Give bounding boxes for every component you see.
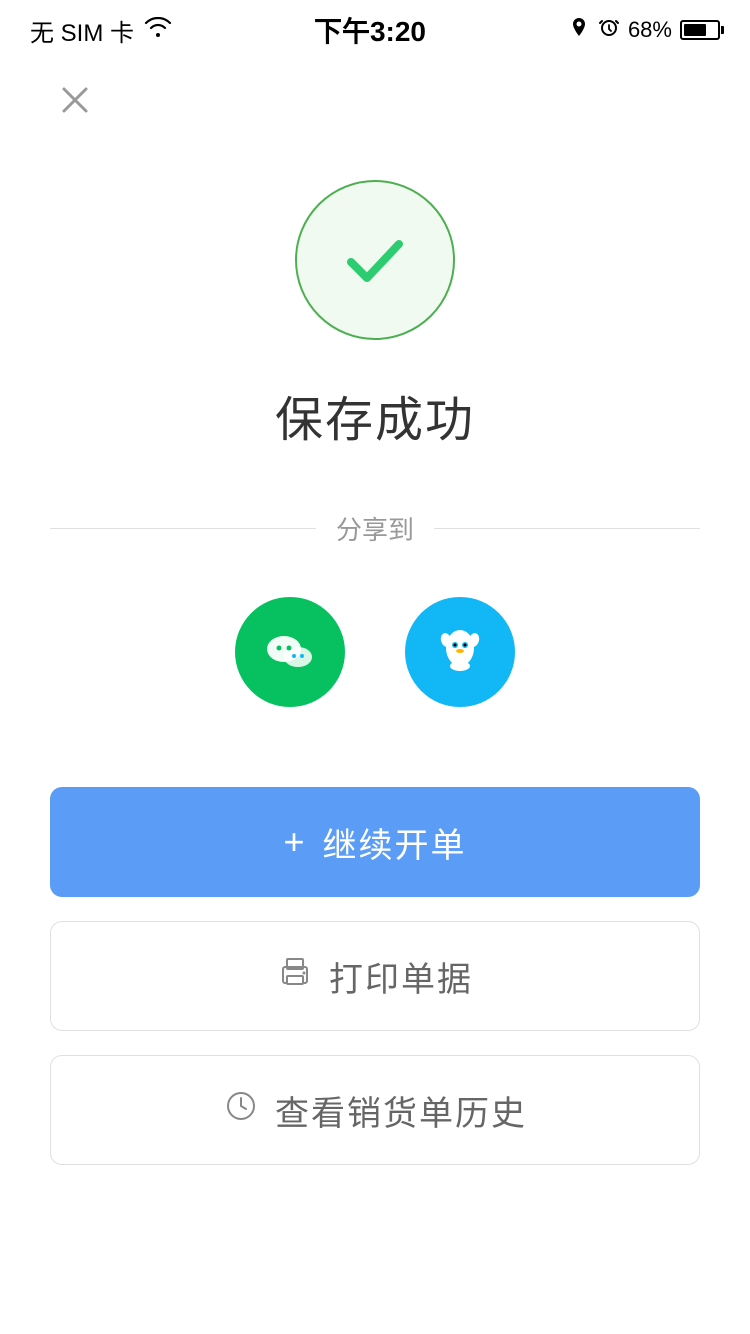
alarm-icon	[598, 16, 620, 44]
plus-icon: +	[283, 821, 306, 863]
wechat-share-button[interactable]	[235, 597, 345, 707]
divider-left	[50, 528, 316, 529]
continue-order-button[interactable]: + 继续开单	[50, 787, 700, 897]
status-left: 无 SIM 卡	[30, 13, 172, 48]
location-icon	[568, 16, 590, 44]
sim-status: 无 SIM 卡	[30, 13, 134, 48]
history-button[interactable]: 查看销货单历史	[50, 1055, 700, 1165]
history-icon	[223, 1088, 259, 1133]
close-button[interactable]	[50, 75, 100, 125]
action-buttons: + 继续开单 打印单据 查看销货单历史	[50, 787, 700, 1165]
battery-icon	[680, 20, 720, 40]
qq-share-button[interactable]	[405, 597, 515, 707]
success-title: 保存成功	[275, 380, 475, 450]
printer-icon	[277, 954, 313, 999]
status-time: 下午3:20	[314, 10, 426, 50]
status-bar: 无 SIM 卡 下午3:20 68%	[0, 0, 750, 60]
continue-order-label: 继续开单	[323, 818, 467, 867]
success-circle	[295, 180, 455, 340]
qq-logo-icon	[428, 620, 492, 684]
battery-percentage: 68%	[628, 17, 672, 43]
wechat-logo-icon	[258, 620, 322, 684]
share-icons-container	[235, 597, 515, 707]
wifi-icon	[144, 16, 172, 44]
print-button[interactable]: 打印单据	[50, 921, 700, 1031]
history-label: 查看销货单历史	[275, 1086, 527, 1135]
share-divider: 分享到	[50, 510, 700, 547]
main-content: 保存成功 分享到	[0, 60, 750, 1165]
print-label: 打印单据	[329, 952, 473, 1001]
share-label: 分享到	[336, 510, 414, 547]
divider-right	[434, 528, 700, 529]
checkmark-icon	[335, 220, 415, 300]
status-right: 68%	[568, 16, 720, 44]
